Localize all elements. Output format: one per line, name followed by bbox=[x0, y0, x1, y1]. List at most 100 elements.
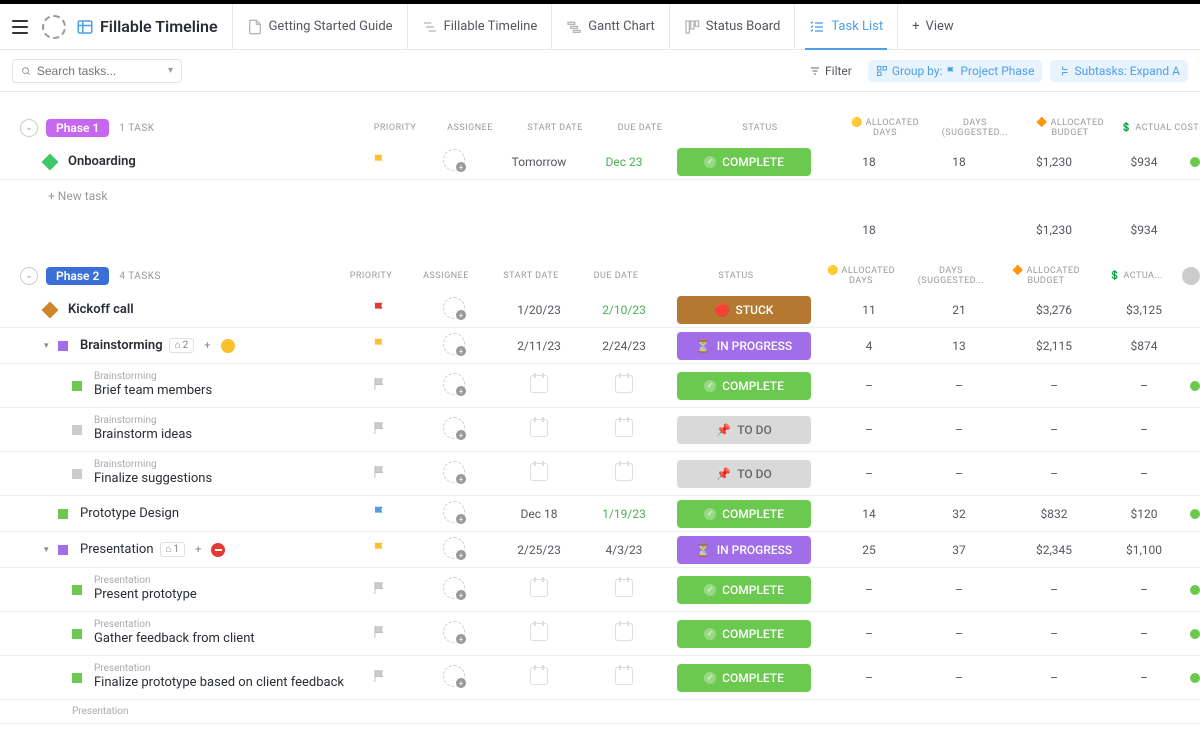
task-name[interactable]: Brief team members bbox=[94, 383, 212, 400]
hamburger-menu-icon[interactable] bbox=[8, 15, 32, 39]
calendar-icon bbox=[615, 463, 633, 481]
group-header: ⌄ Phase 2 4 TASKS PRIORITY ASSIGNEE STAR… bbox=[0, 260, 1200, 292]
tab-task-list[interactable]: Task List bbox=[794, 4, 897, 49]
subtask-row[interactable]: PresentationGather feedback from client … bbox=[0, 612, 1200, 656]
tab-gantt-chart[interactable]: Gantt Chart bbox=[551, 4, 669, 49]
task-name[interactable]: Finalize prototype based on client feedb… bbox=[94, 675, 344, 692]
task-row[interactable]: ▾ Presentation ⌂ 1 + 2/25/23 4/3/23 ⏳ IN… bbox=[0, 532, 1200, 568]
task-name[interactable]: Brainstorm ideas bbox=[94, 427, 192, 444]
col-status[interactable]: STATUS bbox=[680, 123, 840, 133]
search-input[interactable] bbox=[37, 64, 162, 78]
search-box[interactable]: ▾ bbox=[12, 59, 182, 83]
collapse-button[interactable]: ⌄ bbox=[20, 267, 38, 285]
task-name[interactable]: Present prototype bbox=[94, 587, 197, 604]
task-name[interactable]: Kickoff call bbox=[68, 302, 134, 317]
avatar-empty-icon bbox=[443, 461, 465, 483]
tab-fillable-timeline[interactable]: Fillable Timeline bbox=[407, 4, 552, 49]
calendar-icon bbox=[530, 667, 548, 685]
add-subtask-icon[interactable]: + bbox=[200, 339, 214, 352]
groupby-button[interactable]: Group by: Project Phase bbox=[868, 60, 1043, 82]
status-diamond-icon bbox=[42, 153, 59, 170]
avatar-empty-icon bbox=[443, 373, 465, 395]
expand-caret-icon[interactable]: ▾ bbox=[44, 545, 54, 555]
edge-indicator-icon bbox=[1190, 157, 1200, 167]
tasklist-icon bbox=[809, 19, 825, 35]
expand-caret-icon[interactable]: ▾ bbox=[44, 341, 54, 351]
col-due[interactable]: DUE DATE bbox=[600, 123, 680, 133]
plus-icon: + bbox=[912, 19, 919, 34]
task-row[interactable]: Onboarding Tomorrow Dec 23 ✓COMPLETE 18 … bbox=[0, 144, 1200, 180]
tab-add-view[interactable]: + View bbox=[897, 4, 968, 49]
col-cost[interactable]: 💲 ACTUAL COST bbox=[1120, 123, 1200, 133]
sum-allocdays: 18 bbox=[824, 223, 914, 237]
summary-row: 18 $1,230 $934 bbox=[0, 212, 1200, 248]
task-row[interactable]: Prototype Design Dec 18 1/19/23 ✓COMPLET… bbox=[0, 496, 1200, 532]
suggdays-cell[interactable]: 18 bbox=[914, 155, 1004, 169]
flag-icon bbox=[372, 421, 386, 435]
subtask-count-pill[interactable]: ⌂ 1 bbox=[160, 542, 186, 557]
task-name[interactable]: Brainstorming bbox=[80, 338, 163, 353]
avatar-empty-icon bbox=[443, 537, 465, 559]
col-priority[interactable]: PRIORITY bbox=[360, 123, 430, 133]
subtask-row[interactable]: BrainstormingBrief team members ✓COMPLET… bbox=[0, 364, 1200, 408]
flag-icon bbox=[372, 541, 386, 555]
status-square-icon bbox=[72, 381, 82, 391]
status-cell[interactable]: ✓COMPLETE bbox=[664, 148, 824, 176]
new-task-button[interactable]: + New task bbox=[0, 180, 1200, 212]
task-row[interactable]: Kickoff call 1/20/23 2/10/23 🛑 STUCK 11 … bbox=[0, 292, 1200, 328]
flag-icon bbox=[946, 66, 956, 76]
flag-icon bbox=[372, 153, 386, 167]
subtask-row[interactable]: BrainstormingBrainstorm ideas 📌 TO DO ––… bbox=[0, 408, 1200, 452]
phase-badge[interactable]: Phase 2 bbox=[46, 267, 109, 285]
calendar-icon bbox=[615, 579, 633, 597]
flag-icon bbox=[372, 625, 386, 639]
budget-cell[interactable]: $1,230 bbox=[1004, 155, 1104, 169]
col-allocdays[interactable]: 🟡 ALLOCATED DAYS bbox=[840, 118, 930, 138]
tab-status-board[interactable]: Status Board bbox=[669, 4, 795, 49]
chevron-down-icon[interactable]: ▾ bbox=[168, 65, 173, 76]
cost-cell[interactable]: $934 bbox=[1104, 155, 1184, 169]
task-count: 1 TASK bbox=[119, 123, 154, 134]
subtask-row[interactable]: Presentation bbox=[0, 700, 1200, 724]
calendar-icon bbox=[615, 419, 633, 437]
task-name[interactable]: Prototype Design bbox=[80, 506, 179, 521]
allocdays-cell[interactable]: 18 bbox=[824, 155, 914, 169]
subtask-row[interactable]: BrainstormingFinalize suggestions 📌 TO D… bbox=[0, 452, 1200, 496]
col-start[interactable]: START DATE bbox=[510, 123, 600, 133]
filter-button[interactable]: Filter bbox=[801, 60, 860, 82]
phase-badge[interactable]: Phase 1 bbox=[46, 119, 109, 137]
subtask-row[interactable]: PresentationFinalize prototype based on … bbox=[0, 656, 1200, 700]
list-icon bbox=[76, 18, 94, 36]
task-name[interactable]: Onboarding bbox=[68, 154, 136, 169]
col-suggdays[interactable]: DAYS (SUGGESTED... bbox=[930, 118, 1020, 138]
yellow-dot-icon bbox=[221, 339, 235, 353]
settings-icon[interactable] bbox=[1182, 267, 1200, 285]
assignee-cell[interactable] bbox=[414, 149, 494, 174]
subtask-count-pill[interactable]: ⌂ 2 bbox=[169, 338, 195, 353]
start-date-cell[interactable]: Tomorrow bbox=[494, 155, 584, 169]
subtask-row[interactable]: PresentationPresent prototype ✓COMPLETE … bbox=[0, 568, 1200, 612]
subtasks-button[interactable]: Subtasks: Expand A bbox=[1050, 60, 1188, 82]
priority-cell[interactable] bbox=[344, 153, 414, 170]
task-row[interactable]: ▾ Brainstorming ⌂ 2 + 2/11/23 2/24/23 ⏳ … bbox=[0, 328, 1200, 364]
due-date-cell[interactable]: Dec 23 bbox=[584, 155, 664, 169]
collapse-button[interactable]: ⌄ bbox=[20, 119, 38, 137]
task-name[interactable]: Presentation bbox=[80, 542, 154, 557]
calendar-icon bbox=[530, 623, 548, 641]
edge-indicator-icon bbox=[1190, 509, 1200, 519]
avatar-empty-icon bbox=[443, 297, 465, 319]
task-count: 4 TASKS bbox=[119, 271, 161, 282]
group-phase-1: ⌄ Phase 1 1 TASK PRIORITY ASSIGNEE START… bbox=[0, 112, 1200, 248]
task-name[interactable]: Gather feedback from client bbox=[94, 631, 255, 648]
task-name[interactable]: Finalize suggestions bbox=[94, 471, 212, 488]
col-budget[interactable]: 🔶 ALLOCATED BUDGET bbox=[1020, 118, 1120, 138]
add-subtask-icon[interactable]: + bbox=[191, 543, 205, 556]
flag-icon bbox=[372, 505, 386, 519]
col-assignee[interactable]: ASSIGNEE bbox=[430, 123, 510, 133]
flag-icon bbox=[372, 465, 386, 479]
view-tabs: Getting Started Guide Fillable Timeline … bbox=[232, 4, 968, 49]
calendar-icon bbox=[530, 419, 548, 437]
calendar-icon bbox=[530, 463, 548, 481]
status-square-icon bbox=[72, 629, 82, 639]
tab-getting-started[interactable]: Getting Started Guide bbox=[232, 4, 407, 49]
